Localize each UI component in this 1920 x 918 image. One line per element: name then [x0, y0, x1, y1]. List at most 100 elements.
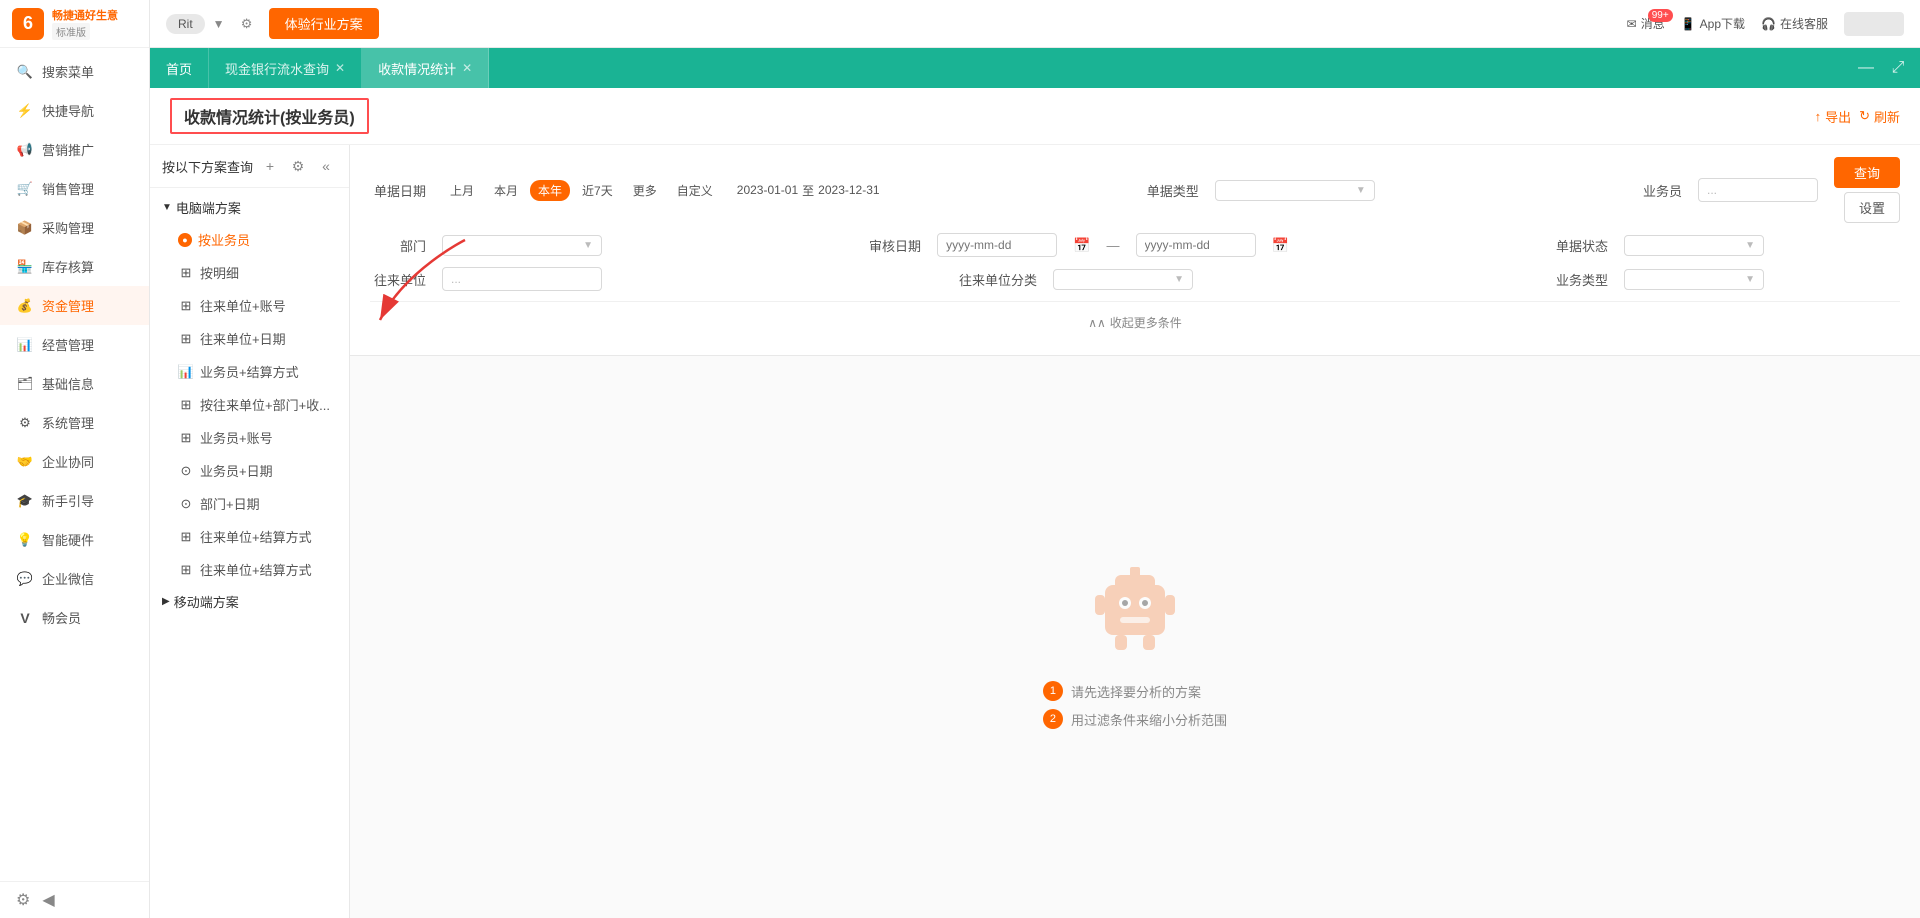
dept-select[interactable]: ▼ [442, 235, 602, 256]
voucher-status-select[interactable]: ▼ [1624, 235, 1764, 256]
online-service-button[interactable]: 🎧 在线客服 [1761, 15, 1828, 32]
sidebar-item-inventory[interactable]: 🏪 库存核算 [0, 247, 149, 286]
sidebar-item-operations[interactable]: 📊 经营管理 [0, 325, 149, 364]
collapse-panel-icon[interactable]: « [315, 155, 337, 177]
calendar-from-icon[interactable]: 📅 [1073, 237, 1090, 254]
date-tab-last-month[interactable]: 上月 [442, 180, 482, 201]
setting-button[interactable]: 设置 [1844, 192, 1900, 223]
export-button[interactable]: ↑ 导出 [1815, 107, 1852, 126]
scheme-item-unit-settle2[interactable]: ⊞ 往来单位+结算方式 [150, 553, 349, 586]
scheme-item-unit-settle1[interactable]: ⊞ 往来单位+结算方式 [150, 520, 349, 553]
review-date-from-input[interactable] [937, 233, 1057, 257]
messages-button[interactable]: ✉ 消息 99+ [1627, 15, 1665, 32]
sidebar-item-sales[interactable]: 🛒 销售管理 [0, 169, 149, 208]
quicknav-icon: ⚡ [16, 102, 34, 120]
add-scheme-button[interactable]: + [259, 155, 281, 177]
member-icon: V [16, 609, 34, 627]
date-tab-custom[interactable]: 自定义 [669, 180, 721, 201]
collapse-sidebar-icon[interactable]: ◀ [42, 890, 54, 910]
review-date-to-input[interactable] [1136, 233, 1256, 257]
sidebar-item-finance[interactable]: 💰 资金管理 [0, 286, 149, 325]
salesperson-date-icon: ⊙ [178, 463, 194, 479]
tab-minimize-icon[interactable]: — [1852, 54, 1880, 82]
tab-expand-icon[interactable]: ⤢ [1884, 54, 1912, 82]
review-date-label: 审核日期 [861, 236, 921, 255]
unit-dept-icon: ⊞ [178, 397, 194, 413]
tab-home[interactable]: 首页 [150, 48, 209, 88]
active-scheme-icon: ● [178, 233, 192, 247]
scheme-item-unit-date[interactable]: ⊞ 往来单位+日期 [150, 322, 349, 355]
panel-title: 按以下方案查询 [162, 157, 253, 176]
business-type-select[interactable]: ▼ [1624, 269, 1764, 290]
sidebar-item-system[interactable]: ⚙ 系统管理 [0, 403, 149, 442]
date-label: 单据日期 [370, 181, 426, 200]
collapse-button[interactable]: ∧∧ 收起更多条件 [1082, 308, 1188, 337]
sales-icon: 🛒 [16, 180, 34, 198]
app-download-button[interactable]: 📱 App下载 [1681, 15, 1745, 32]
counterpart-class-select[interactable]: ▼ [1053, 269, 1193, 290]
date-to: 2023-12-31 [818, 183, 879, 197]
refresh-button[interactable]: ↻ 刷新 [1859, 107, 1900, 126]
sidebar-item-quicknav[interactable]: ⚡ 快捷导航 [0, 91, 149, 130]
hardware-icon: 💡 [16, 531, 34, 549]
sidebar-item-enterprise[interactable]: 🤝 企业协同 [0, 442, 149, 481]
sidebar-item-purchase[interactable]: 📦 采购管理 [0, 208, 149, 247]
system-icon: ⚙ [16, 414, 34, 432]
left-panel: 按以下方案查询 + ⚙ « ▼ 电脑端方案 ● [150, 145, 350, 918]
voucher-type-arrow-icon: ▼ [1356, 185, 1366, 196]
query-button[interactable]: 查询 [1834, 157, 1900, 188]
sidebar-item-guide[interactable]: 🎓 新手引导 [0, 481, 149, 520]
sidebar-item-search[interactable]: 🔍 搜索菜单 [0, 52, 149, 91]
sidebar-item-hardware[interactable]: 💡 智能硬件 [0, 520, 149, 559]
sidebar-item-marketing[interactable]: 📢 营销推广 [0, 130, 149, 169]
scheme-item-unit-account[interactable]: ⊞ 往来单位+账号 [150, 289, 349, 322]
unit-date-icon: ⊞ [178, 331, 194, 347]
trial-button[interactable]: 体验行业方案 [269, 8, 379, 39]
topbar-settings-icon[interactable]: ⚙ [233, 10, 261, 38]
date-tab-this-month[interactable]: 本月 [486, 180, 526, 201]
collapse-row: ∧∧ 收起更多条件 [370, 301, 1900, 343]
scheme-group-mobile: ▶ 移动端方案 [150, 586, 349, 617]
tabbar: 首页 现金银行流水查询 ✕ 收款情况统计 ✕ — ⤢ [150, 48, 1920, 88]
page-header-actions: ↑ 导出 ↻ 刷新 [1815, 107, 1900, 126]
tab-collection-close[interactable]: ✕ [462, 61, 472, 75]
date-tab-this-year[interactable]: 本年 [530, 180, 570, 201]
tab-bank-close[interactable]: ✕ [335, 61, 345, 75]
calendar-to-icon[interactable]: 📅 [1272, 237, 1289, 254]
empty-tips: 1 请先选择要分析的方案 2 用过滤条件来缩小分析范围 [1043, 681, 1227, 729]
scheme-group-pc-title[interactable]: ▼ 电脑端方案 [150, 192, 349, 223]
scheme-group-mobile-title[interactable]: ▶ 移动端方案 [150, 586, 349, 617]
message-icon: ✉ [1627, 17, 1637, 31]
wechat-icon: 💬 [16, 570, 34, 588]
tab-bank[interactable]: 现金银行流水查询 ✕ [209, 48, 362, 88]
scheme-item-salesperson-settle[interactable]: 📊 业务员+结算方式 [150, 355, 349, 388]
date-tab-7days[interactable]: 近7天 [574, 180, 621, 201]
sidebar-item-member[interactable]: V 畅会员 [0, 598, 149, 637]
right-panel: 单据日期 上月 本月 本年 近7天 更多 自定义 2023-01-01 至 [350, 145, 1920, 918]
date-tabs: 上月 本月 本年 近7天 更多 自定义 [442, 180, 721, 201]
counterpart-select[interactable]: ... [442, 267, 602, 291]
scheme-item-by-detail[interactable]: ⊞ 按明细 [150, 256, 349, 289]
user-avatar [1844, 12, 1904, 36]
enterprise-icon: 🤝 [16, 453, 34, 471]
page-header: 收款情况统计(按业务员) ↑ 导出 ↻ 刷新 [150, 88, 1920, 145]
empty-illustration [1075, 545, 1195, 665]
salesperson-select[interactable]: ... [1698, 178, 1818, 202]
scheme-item-dept-date[interactable]: ⊙ 部门+日期 [150, 487, 349, 520]
finance-icon: 💰 [16, 297, 34, 315]
guide-icon: 🎓 [16, 492, 34, 510]
tab-collection[interactable]: 收款情况统计 ✕ [362, 48, 489, 88]
scheme-item-salesperson-date[interactable]: ⊙ 业务员+日期 [150, 454, 349, 487]
date-tab-more[interactable]: 更多 [625, 180, 665, 201]
filter-actions: 查询 设置 [1834, 157, 1900, 223]
scheme-settings-icon[interactable]: ⚙ [287, 155, 309, 177]
sidebar-item-base[interactable]: 🗂 基础信息 [0, 364, 149, 403]
scheme-item-salesperson-account[interactable]: ⊞ 业务员+账号 [150, 421, 349, 454]
topbar-dropdown-icon[interactable]: ▼ [213, 17, 225, 31]
empty-area: 1 请先选择要分析的方案 2 用过滤条件来缩小分析范围 [350, 356, 1920, 918]
sidebar-item-wechat[interactable]: 💬 企业微信 [0, 559, 149, 598]
settings-bottom-icon[interactable]: ⚙ [16, 890, 30, 910]
scheme-item-unit-dept-collect[interactable]: ⊞ 按往来单位+部门+收... [150, 388, 349, 421]
voucher-type-select[interactable]: ▼ [1215, 180, 1375, 201]
scheme-item-by-salesperson[interactable]: ● 按业务员 [150, 223, 349, 256]
